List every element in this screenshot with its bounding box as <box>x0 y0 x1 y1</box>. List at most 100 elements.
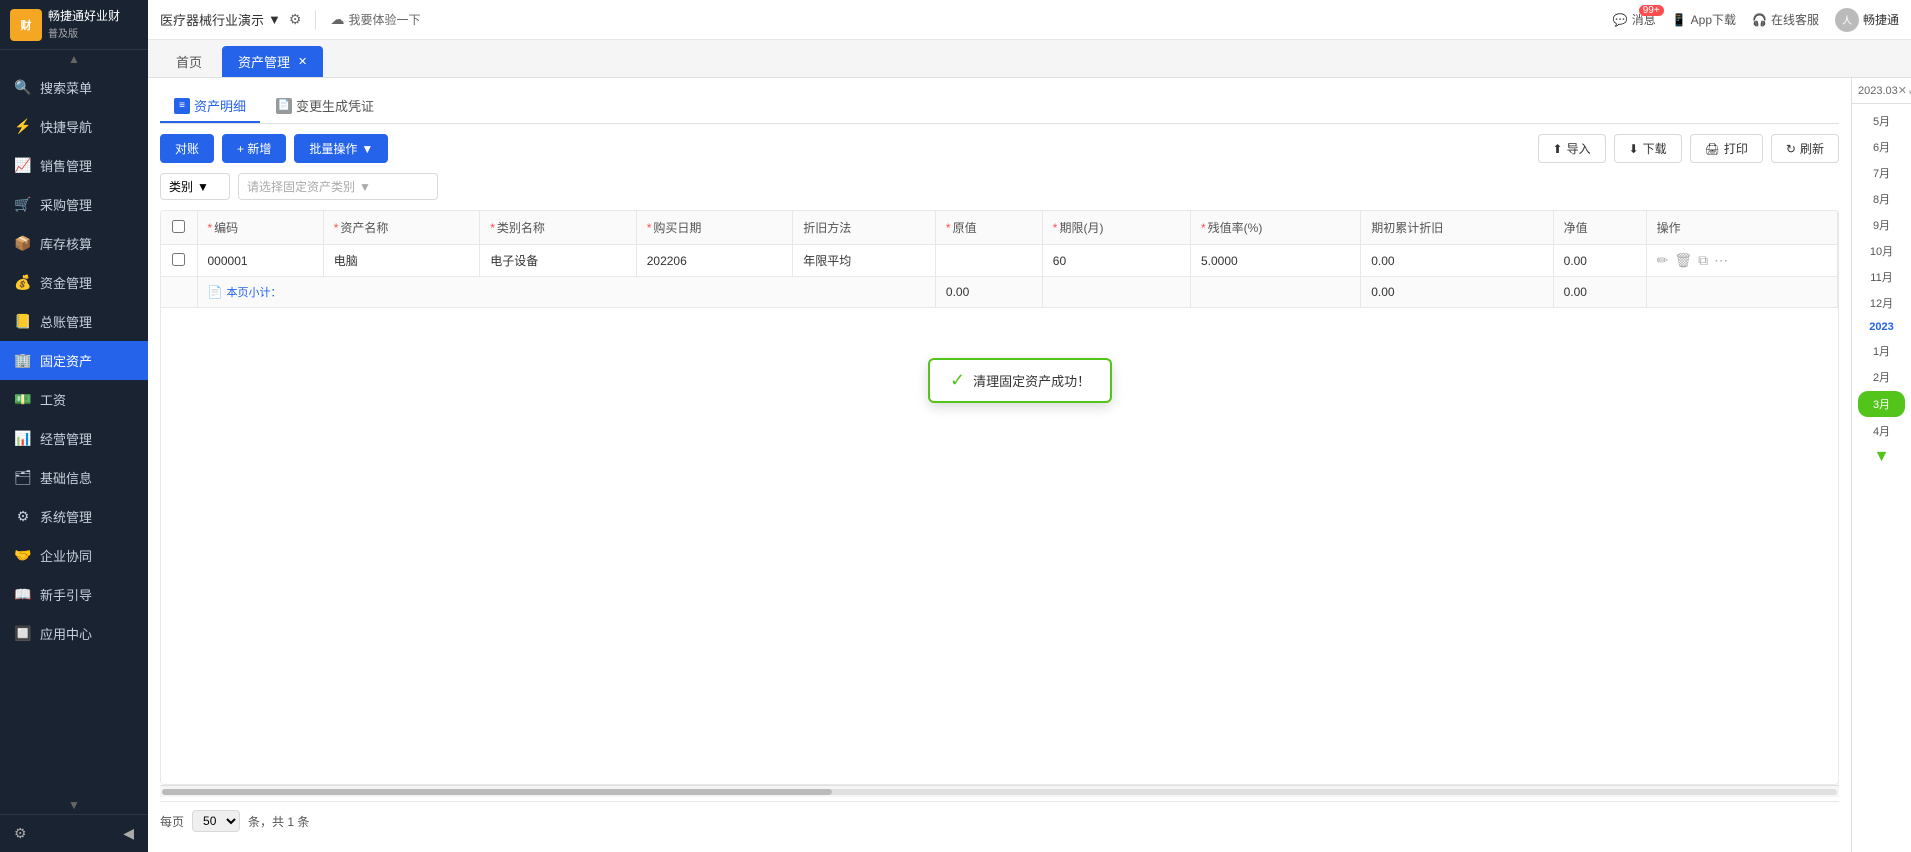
timeline-month-1[interactable]: 1月 <box>1852 338 1911 364</box>
system-icon: ⚙ <box>14 508 32 525</box>
sidebar-item-purchase[interactable]: 🛒 采购管理 <box>0 185 148 224</box>
sidebar-item-operations[interactable]: 📊 经营管理 <box>0 419 148 458</box>
category-filter[interactable]: 类别 ▼ <box>160 173 230 200</box>
sidebar-item-fixed-asset[interactable]: 🏢 固定资产 <box>0 341 148 380</box>
sidebar-logo: 财 畅捷通好业财 普及版 <box>0 0 148 50</box>
header-initial-depreciation: 期初累计折旧 <box>1361 211 1553 245</box>
toast-check-icon: ✓ <box>950 370 965 391</box>
category-dropdown-icon: ▼ <box>197 180 209 194</box>
new-button[interactable]: + 新增 <box>222 134 286 163</box>
username: 畅捷通 <box>1863 11 1899 28</box>
tab-asset-mgmt[interactable]: 资产管理 ✕ <box>222 46 323 77</box>
content-main: ≡ 资产明细 📄 变更生成凭证 对账 + 新增 批量操作 ▼ ⬆ <box>148 78 1851 852</box>
pagination: 每页 50 条，共 1 条 <box>160 801 1839 840</box>
settings-button[interactable]: ⚙ <box>289 11 302 28</box>
category-value-filter[interactable]: 请选择固定资产类别 ▼ <box>238 173 438 200</box>
timeline-year-2023[interactable]: 2023 <box>1852 316 1911 338</box>
sidebar-scroll-up[interactable]: ▲ <box>68 52 80 66</box>
finance-icon: 💰 <box>14 274 32 291</box>
topbar-divider <box>315 10 316 30</box>
sidebar-item-ledger[interactable]: 📒 总账管理 <box>0 302 148 341</box>
timeline-month-5[interactable]: 5月 <box>1852 108 1911 134</box>
message-button[interactable]: 💬 消息 99+ <box>1613 11 1656 28</box>
toolbar: 对账 + 新增 批量操作 ▼ ⬆ 导入 ⬇ 下载 🖨 <box>160 134 1839 163</box>
more-icon[interactable]: ⋯ <box>1714 252 1728 269</box>
experience-button[interactable]: ☁ 我要体验一下 <box>330 11 420 28</box>
timeline-month-10[interactable]: 10月 <box>1852 238 1911 264</box>
sub-tab-asset-detail[interactable]: ≡ 资产明细 <box>160 90 260 123</box>
collapse-icon[interactable]: ◀ <box>123 825 134 842</box>
inventory-icon: 📦 <box>14 235 32 252</box>
timeline-month-2[interactable]: 2月 <box>1852 364 1911 390</box>
delete-icon[interactable]: 🗑 <box>1674 252 1692 269</box>
sidebar-item-label: 销售管理 <box>40 156 92 175</box>
edit-icon[interactable]: ✏ <box>1657 252 1669 269</box>
sidebar-item-system[interactable]: ⚙ 系统管理 <box>0 497 148 536</box>
timeline-month-6[interactable]: 6月 <box>1852 134 1911 160</box>
timeline-month-12[interactable]: 12月 <box>1852 290 1911 316</box>
timeline-scroll-down-icon[interactable]: ▼ <box>1874 448 1890 466</box>
row-checkbox[interactable] <box>172 253 185 266</box>
scrollbar-thumb[interactable] <box>162 789 832 795</box>
copy-icon[interactable]: ⧉ <box>1698 252 1708 269</box>
app-download-button[interactable]: 📱 App下载 <box>1672 11 1736 28</box>
import-icon: ⬆ <box>1553 142 1563 156</box>
tab-home[interactable]: 首页 <box>160 46 218 77</box>
sidebar-item-search[interactable]: 🔍 搜索菜单 <box>0 68 148 107</box>
print-icon: 🖨 <box>1705 142 1720 156</box>
horizontal-scrollbar[interactable] <box>160 785 1839 797</box>
success-toast: ✓ 清理固定资产成功！ <box>928 358 1112 403</box>
reconcile-button[interactable]: 对账 <box>160 134 214 163</box>
logo-text: 畅捷通好业财 <box>48 9 120 25</box>
download-button[interactable]: ⬇ 下载 <box>1614 134 1682 163</box>
timeline-month-8[interactable]: 8月 <box>1852 186 1911 212</box>
timeline-month-9[interactable]: 9月 <box>1852 212 1911 238</box>
subtotal-original: 0.00 <box>935 277 1042 308</box>
online-service-button[interactable]: 🎧 在线客服 <box>1752 11 1819 28</box>
table: *编码 *资产名称 *类别名称 *购买日期 折旧方法 *原值 *期限(月) *残… <box>161 211 1838 308</box>
import-button[interactable]: ⬆ 导入 <box>1538 134 1606 163</box>
print-button[interactable]: 🖨 打印 <box>1690 134 1763 163</box>
ledger-icon: 📒 <box>14 313 32 330</box>
sidebar-item-quick-nav[interactable]: ⚡ 快捷导航 <box>0 107 148 146</box>
sidebar-item-salary[interactable]: 💵 工资 <box>0 380 148 419</box>
sub-tab-change-voucher[interactable]: 📄 变更生成凭证 <box>262 90 388 123</box>
quick-nav-icon: ⚡ <box>14 118 32 135</box>
company-selector[interactable]: 医疗器械行业演示 ▼ <box>160 10 281 29</box>
sidebar-scroll-down[interactable]: ▼ <box>68 798 80 812</box>
timeline-month-11[interactable]: 11月 <box>1852 264 1911 290</box>
batch-ops-button[interactable]: 批量操作 ▼ <box>294 134 388 163</box>
timeline-month-7[interactable]: 7月 <box>1852 160 1911 186</box>
timeline-close-icon[interactable]: ✕ <box>1898 84 1907 97</box>
sidebar-item-inventory[interactable]: 📦 库存核算 <box>0 224 148 263</box>
sidebar-item-basic-info[interactable]: 🗂 基础信息 <box>0 458 148 497</box>
sidebar-item-cooperation[interactable]: 🤝 企业协同 <box>0 536 148 575</box>
subtotal-row: 📄 本页小计： 0.00 0.00 0.00 <box>161 277 1838 308</box>
tab-close-icon[interactable]: ✕ <box>298 55 307 68</box>
asset-detail-icon: ≡ <box>174 98 190 114</box>
asset-table: *编码 *资产名称 *类别名称 *购买日期 折旧方法 *原值 *期限(月) *残… <box>160 210 1839 785</box>
sidebar-item-sales[interactable]: 📈 销售管理 <box>0 146 148 185</box>
sidebar-item-finance[interactable]: 💰 资金管理 <box>0 263 148 302</box>
select-all-checkbox[interactable] <box>172 220 185 233</box>
sidebar: 财 畅捷通好业财 普及版 ▲ 🔍 搜索菜单 ⚡ 快捷导航 📈 销售管理 🛒 采购… <box>0 0 148 852</box>
timeline-sidebar: 2023.03 ✕ ⤢ 5月 6月 7月 8月 9月 10月 11月 12月 2… <box>1851 78 1911 852</box>
filter-row: 类别 ▼ 请选择固定资产类别 ▼ <box>160 173 1839 200</box>
refresh-button[interactable]: ↻ 刷新 <box>1771 134 1839 163</box>
cell-actions: ✏ 🗑 ⧉ ⋯ <box>1646 245 1837 277</box>
timeline-month-3-current[interactable]: 3月 <box>1858 391 1905 417</box>
subtotal-page-icon: 📄 <box>208 285 223 299</box>
timeline-month-4[interactable]: 4月 <box>1852 418 1911 444</box>
sidebar-item-label: 固定资产 <box>40 351 92 370</box>
sidebar-item-app-center[interactable]: 🔲 应用中心 <box>0 614 148 653</box>
page-size-label: 每页 <box>160 813 184 830</box>
settings-icon[interactable]: ⚙ <box>14 825 27 842</box>
cell-original-value <box>935 245 1042 277</box>
page-size-select[interactable]: 50 <box>192 810 240 832</box>
sidebar-item-guide[interactable]: 📖 新手引导 <box>0 575 148 614</box>
header-name: *资产名称 <box>323 211 480 245</box>
subtotal-actions-empty <box>1646 277 1837 308</box>
cell-residual-rate: 5.0000 <box>1190 245 1360 277</box>
user-menu[interactable]: 人 畅捷通 <box>1835 8 1899 32</box>
scrollbar-track[interactable] <box>162 789 1837 795</box>
